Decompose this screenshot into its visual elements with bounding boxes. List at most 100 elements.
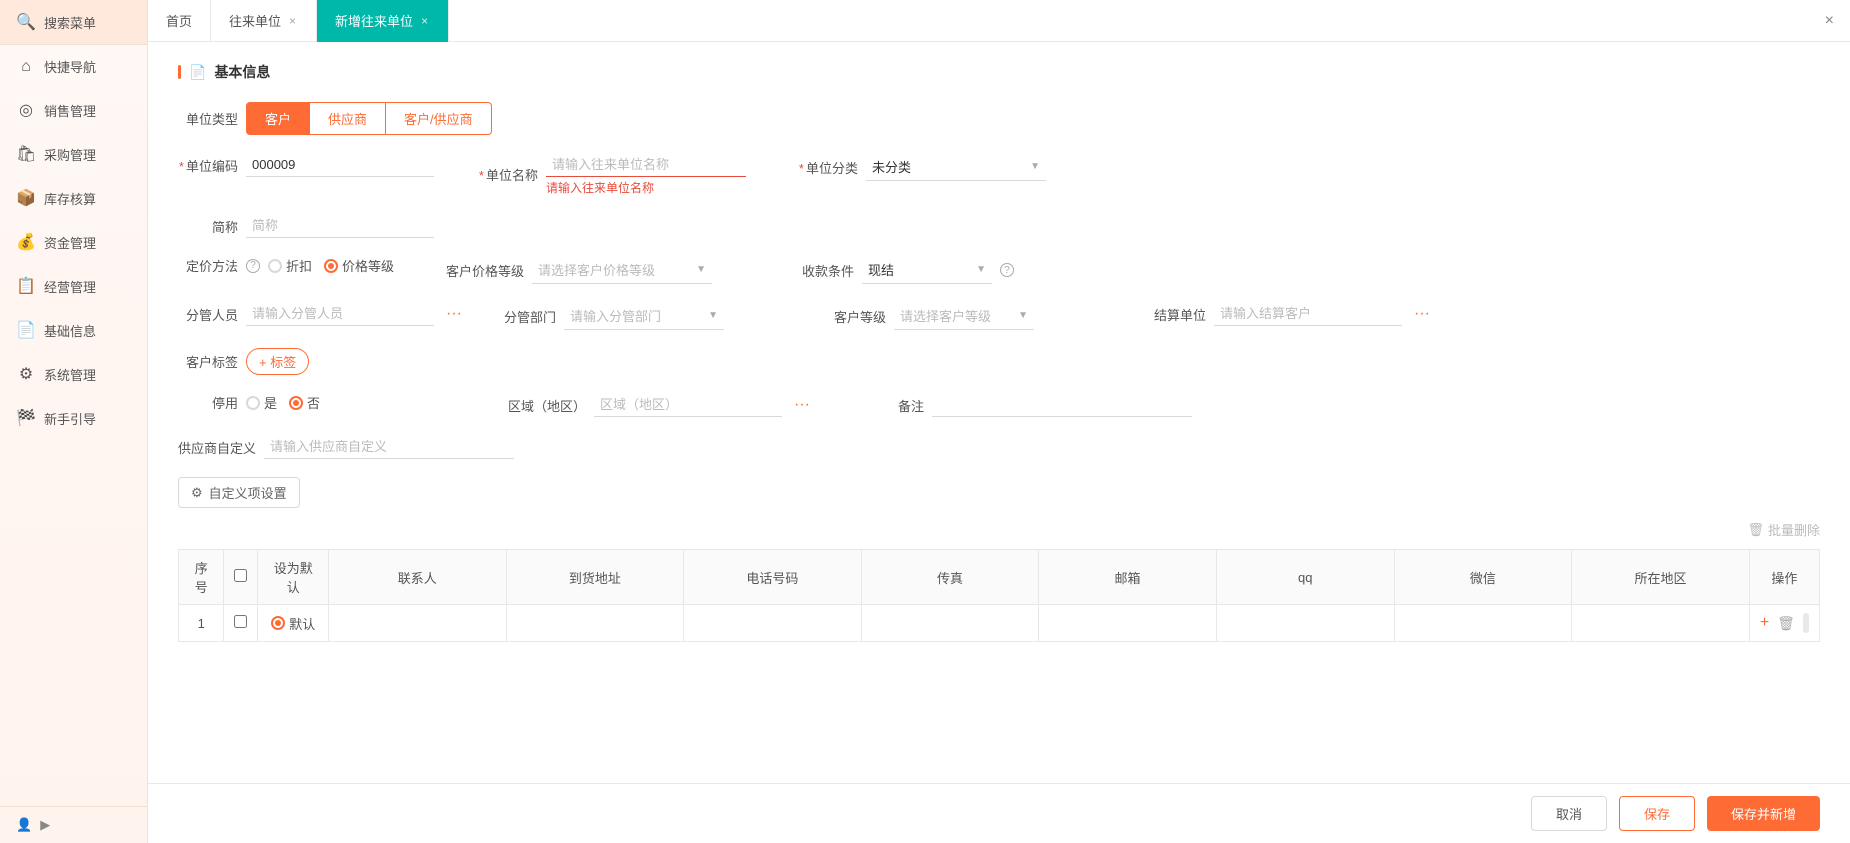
tab-home[interactable]: 首页 (148, 0, 211, 42)
sales-icon: ◎ (16, 100, 36, 120)
tab-new-partner-label: 新增往来单位 (335, 11, 413, 30)
supplier-custom-row: 供应商自定义 (178, 435, 1820, 459)
cancel-button[interactable]: 取消 (1531, 796, 1607, 831)
phone-input[interactable] (702, 616, 843, 631)
sidebar-item-inventory[interactable]: 📦 库存核算 (0, 176, 147, 220)
pricing-price-level[interactable]: 价格等级 (324, 256, 394, 275)
settlement-input[interactable] (1214, 302, 1402, 326)
unit-btn-both[interactable]: 客户/供应商 (386, 102, 492, 135)
unit-name-group: *单位名称 请输入往来单位名称 (478, 153, 778, 196)
tags-group: 客户标签 + 标签 (178, 348, 309, 375)
unit-category-dropdown[interactable]: 未分类 ▼ (866, 153, 1046, 181)
contact-input[interactable] (347, 616, 488, 631)
row-seq: 1 (179, 605, 224, 642)
del-row-button[interactable]: 🗑 (1777, 615, 1795, 632)
inventory-icon: 📦 (16, 188, 36, 208)
payment-terms-dropdown[interactable]: 现结 ▼ (862, 256, 992, 284)
customer-price-level-dropdown[interactable]: 请选择客户价格等级 ▼ (532, 256, 712, 284)
pricing-discount[interactable]: 折扣 (268, 256, 312, 275)
tabbar: 首页 往来单位 × 新增往来单位 × × (148, 0, 1850, 42)
fax-input[interactable] (880, 616, 1021, 631)
sidebar-user-icon: 👤 (16, 817, 32, 833)
close-all-tabs[interactable]: × (1809, 12, 1850, 30)
settlement-label: 结算单位 (1146, 305, 1206, 324)
row-email (1039, 605, 1217, 642)
th-fax: 传真 (861, 550, 1039, 605)
wechat-input[interactable] (1412, 616, 1553, 631)
dept-dropdown[interactable]: 请输入分管部门 ▼ (564, 302, 724, 330)
basic-icon: 📄 (16, 320, 36, 340)
manager-more-btn[interactable]: ··· (442, 305, 466, 323)
area-label: 区域（地区） (508, 396, 586, 415)
unit-name-input[interactable] (546, 153, 746, 177)
unit-name-label: *单位名称 (478, 165, 538, 184)
sidebar-item-quick-nav[interactable]: ⌂ 快捷导航 (0, 45, 147, 88)
save-button[interactable]: 保存 (1619, 796, 1695, 831)
sidebar-bottom: 👤 ▶ (0, 806, 147, 843)
email-input[interactable] (1057, 616, 1198, 631)
th-region: 所在地区 (1572, 550, 1750, 605)
address-input[interactable] (524, 616, 665, 631)
row-qq (1216, 605, 1394, 642)
customer-price-level-arrow: ▼ (696, 264, 706, 275)
row-phone (684, 605, 862, 642)
qq-input[interactable] (1235, 616, 1376, 631)
system-icon: ⚙ (16, 364, 36, 384)
abbr-input[interactable] (246, 214, 434, 238)
sidebar-item-search[interactable]: 🔍 搜索菜单 (0, 0, 147, 45)
tab-partners-close[interactable]: × (287, 12, 298, 30)
row-checkbox[interactable] (234, 615, 247, 628)
customer-level-dropdown[interactable]: 请选择客户等级 ▼ (894, 302, 1034, 330)
pricing-help-icon[interactable]: ? (246, 259, 260, 273)
batch-delete-button[interactable]: 🗑 批量删除 (1747, 520, 1820, 539)
tags-label: 客户标签 (178, 352, 238, 371)
area-more-btn[interactable]: ··· (790, 396, 814, 414)
disabled-no[interactable]: 否 (289, 393, 320, 412)
drag-handle[interactable] (1803, 613, 1809, 633)
tab-partners-label: 往来单位 (229, 11, 281, 30)
remarks-label: 备注 (864, 396, 924, 415)
custom-settings-button[interactable]: ⚙ 自定义项设置 (178, 477, 300, 508)
pricing-row: 定价方法 ? 折扣 价格等级 客户价格等级 请选择客户价格等级 (178, 256, 1820, 284)
unit-category-label: *单位分类 (798, 158, 858, 177)
main-area: 首页 往来单位 × 新增往来单位 × × 📄 基本信息 单位类型 客户 供应商 (148, 0, 1850, 843)
area-input[interactable] (594, 393, 782, 417)
customer-level-arrow: ▼ (1018, 310, 1028, 321)
tab-partners[interactable]: 往来单位 × (211, 0, 317, 42)
abbr-group: 简称 (178, 214, 458, 238)
disabled-yes[interactable]: 是 (246, 393, 277, 412)
tab-new-partner[interactable]: 新增往来单位 × (317, 0, 449, 42)
disabled-radio-group: 是 否 (246, 393, 320, 412)
sidebar-item-sales[interactable]: ◎ 销售管理 (0, 88, 147, 132)
unit-type-label: 单位类型 (178, 109, 238, 128)
unit-btn-supplier[interactable]: 供应商 (310, 102, 386, 135)
payment-terms-help-icon[interactable]: ? (1000, 263, 1014, 277)
table-row: 1 默认 (179, 605, 1820, 642)
sidebar-item-purchase[interactable]: 🛍 采购管理 (0, 132, 147, 176)
row-default-radio-wrap[interactable]: 默认 (268, 614, 318, 633)
disabled-group: 停用 是 否 (178, 393, 458, 412)
add-row-button[interactable]: + (1760, 614, 1769, 632)
sidebar-item-operations[interactable]: 📋 经营管理 (0, 264, 147, 308)
manager-input[interactable] (246, 302, 434, 326)
sidebar-item-finance[interactable]: 💰 资金管理 (0, 220, 147, 264)
tag-add-button[interactable]: + 标签 (246, 348, 309, 375)
sidebar-item-system[interactable]: ⚙ 系统管理 (0, 352, 147, 396)
pricing-label: 定价方法 (178, 256, 238, 275)
supplier-custom-input[interactable] (264, 435, 514, 459)
unit-btn-customer[interactable]: 客户 (246, 102, 310, 135)
sidebar-item-guide[interactable]: 🏁 新手引导 (0, 396, 147, 440)
customer-price-level-label: 客户价格等级 (444, 261, 524, 280)
finance-icon: 💰 (16, 232, 36, 252)
guide-icon: 🏁 (16, 408, 36, 428)
unit-code-input[interactable] (246, 153, 434, 177)
remarks-input[interactable] (932, 393, 1192, 417)
region-input[interactable] (1590, 616, 1731, 631)
manager-row: 分管人员 ··· 分管部门 请输入分管部门 ▼ 客户等级 请选择客户等级 ▼ 结… (178, 302, 1820, 330)
save-new-button[interactable]: 保存并新增 (1707, 796, 1820, 831)
sidebar-item-basic[interactable]: 📄 基础信息 (0, 308, 147, 352)
tab-new-partner-close[interactable]: × (419, 12, 430, 30)
select-all-checkbox[interactable] (234, 569, 247, 582)
settlement-more-btn[interactable]: ··· (1410, 305, 1434, 323)
area-group: 区域（地区） ··· (508, 393, 814, 417)
